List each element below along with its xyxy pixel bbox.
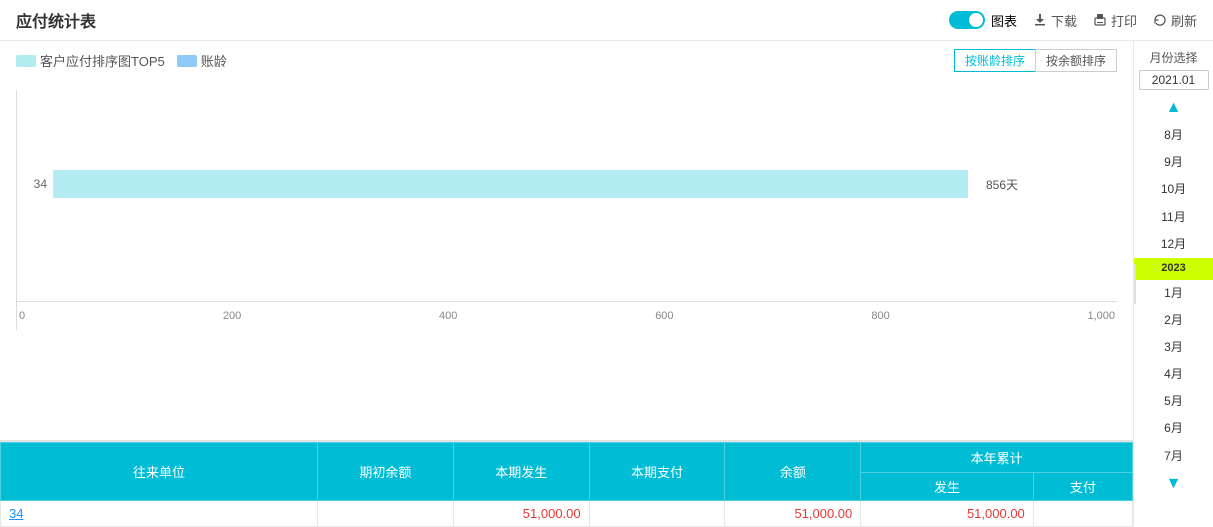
bar-label-34: 34 [17, 177, 47, 191]
sort-by-amount-button[interactable]: 按余额排序 [1035, 49, 1117, 72]
collapse-button[interactable]: ▶ [1133, 264, 1136, 304]
month-item-9[interactable]: 9月 [1134, 149, 1213, 176]
download-label: 下载 [1051, 11, 1077, 30]
x-tick-600: 600 [655, 310, 673, 322]
legend-chart-item: 客户应付排序图TOP5 [16, 51, 165, 70]
refresh-button[interactable]: 刷新 [1153, 11, 1197, 30]
legend-series-item: 账龄 [177, 51, 227, 70]
year-marker-2023: 2023 [1134, 258, 1213, 280]
print-button[interactable]: 打印 [1093, 11, 1137, 30]
bar-row-34: 34 856天 [53, 170, 1117, 198]
page-header: 应付统计表 图表 下载 打印 刷新 [0, 0, 1213, 41]
month-sidebar: ▶ 月份选择 ▲ 8月 9月 10月 11月 12月 2023 1月 2月 3月… [1133, 41, 1213, 527]
x-axis-line [17, 301, 1117, 302]
data-table: 往来单位 期初余额 本期发生 本期支付 余额 本年累计 发生 支付 [0, 442, 1133, 527]
sidebar-down-button[interactable]: ▼ [1162, 472, 1186, 496]
bar-value-34: 856天 [986, 176, 1018, 193]
page-title: 应付统计表 [16, 8, 96, 32]
table-row: 34 51,000.00 51,000.00 51,000.00 [1, 501, 1133, 527]
x-tick-0: 0 [19, 310, 25, 322]
cell-ytd-pay [1033, 501, 1132, 527]
legend-color-series [177, 55, 197, 67]
col-occur-header: 本期发生 [453, 443, 589, 501]
table-header-row1: 往来单位 期初余额 本期发生 本期支付 余额 本年累计 [1, 443, 1133, 473]
cell-unit[interactable]: 34 [1, 501, 318, 527]
col-ytd-occur-header: 发生 [861, 473, 1034, 501]
sort-by-balance-button[interactable]: 按账龄排序 [954, 49, 1035, 72]
sidebar-title: 月份选择 [1149, 45, 1197, 70]
sort-buttons: 按账龄排序 按余额排序 [954, 49, 1117, 72]
print-icon [1093, 13, 1107, 27]
header-actions: 图表 下载 打印 刷新 [949, 11, 1197, 30]
download-button[interactable]: 下载 [1033, 11, 1077, 30]
main-content: 客户应付排序图TOP5 账龄 按账龄排序 按余额排序 34 [0, 41, 1213, 527]
bar-chart-wrap: 34 856天 0 200 400 600 800 1,000 [0, 80, 1133, 440]
cell-balance: 51,000.00 [725, 501, 861, 527]
col-ytd-header: 本年累计 [861, 443, 1133, 473]
chart-toggle-label: 图表 [991, 11, 1017, 30]
legend-series-label: 账龄 [201, 51, 227, 70]
sidebar-up-button[interactable]: ▲ [1162, 96, 1186, 120]
legend-bar: 客户应付排序图TOP5 账龄 按账龄排序 按余额排序 [0, 41, 1133, 80]
month-item-11[interactable]: 11月 [1134, 204, 1213, 231]
cell-occur: 51,000.00 [453, 501, 589, 527]
chart-toggle-wrap: 图表 [949, 11, 1017, 30]
legend-color-chart [16, 55, 36, 67]
bar-chart: 34 856天 0 200 400 600 800 1,000 [16, 90, 1117, 330]
month-item-12[interactable]: 12月 [1134, 231, 1213, 258]
col-pay-header: 本期支付 [589, 443, 725, 501]
cell-ytd-occur: 51,000.00 [861, 501, 1034, 527]
month-item-6[interactable]: 6月 [1134, 415, 1213, 442]
cell-opening [317, 501, 453, 527]
bar-34: 856天 [53, 170, 968, 198]
month-item-10[interactable]: 10月 [1134, 176, 1213, 203]
refresh-label: 刷新 [1171, 11, 1197, 30]
month-item-7[interactable]: 7月 [1134, 443, 1213, 470]
col-balance-header: 余额 [725, 443, 861, 501]
refresh-icon [1153, 13, 1167, 27]
col-opening-header: 期初余额 [317, 443, 453, 501]
x-tick-200: 200 [223, 310, 241, 322]
sidebar-date-input[interactable] [1139, 70, 1209, 90]
print-label: 打印 [1111, 11, 1137, 30]
col-ytd-pay-header: 支付 [1033, 473, 1132, 501]
x-tick-1000: 1,000 [1087, 310, 1115, 322]
x-tick-400: 400 [439, 310, 457, 322]
month-item-3[interactable]: 3月 [1134, 334, 1213, 361]
col-unit-header: 往来单位 [1, 443, 318, 501]
month-item-8[interactable]: 8月 [1134, 122, 1213, 149]
legend-chart-label: 客户应付排序图TOP5 [40, 51, 165, 70]
x-axis-ticks: 0 200 400 600 800 1,000 [17, 310, 1117, 322]
table-area: 往来单位 期初余额 本期发生 本期支付 余额 本年累计 发生 支付 [0, 440, 1133, 527]
cell-pay [589, 501, 725, 527]
x-tick-800: 800 [871, 310, 889, 322]
month-item-1[interactable]: 1月 [1134, 280, 1213, 307]
month-item-5[interactable]: 5月 [1134, 388, 1213, 415]
month-item-4[interactable]: 4月 [1134, 361, 1213, 388]
chart-toggle[interactable] [949, 11, 985, 29]
download-icon [1033, 13, 1047, 27]
chart-area: 客户应付排序图TOP5 账龄 按账龄排序 按余额排序 34 [0, 41, 1133, 527]
month-item-2[interactable]: 2月 [1134, 307, 1213, 334]
